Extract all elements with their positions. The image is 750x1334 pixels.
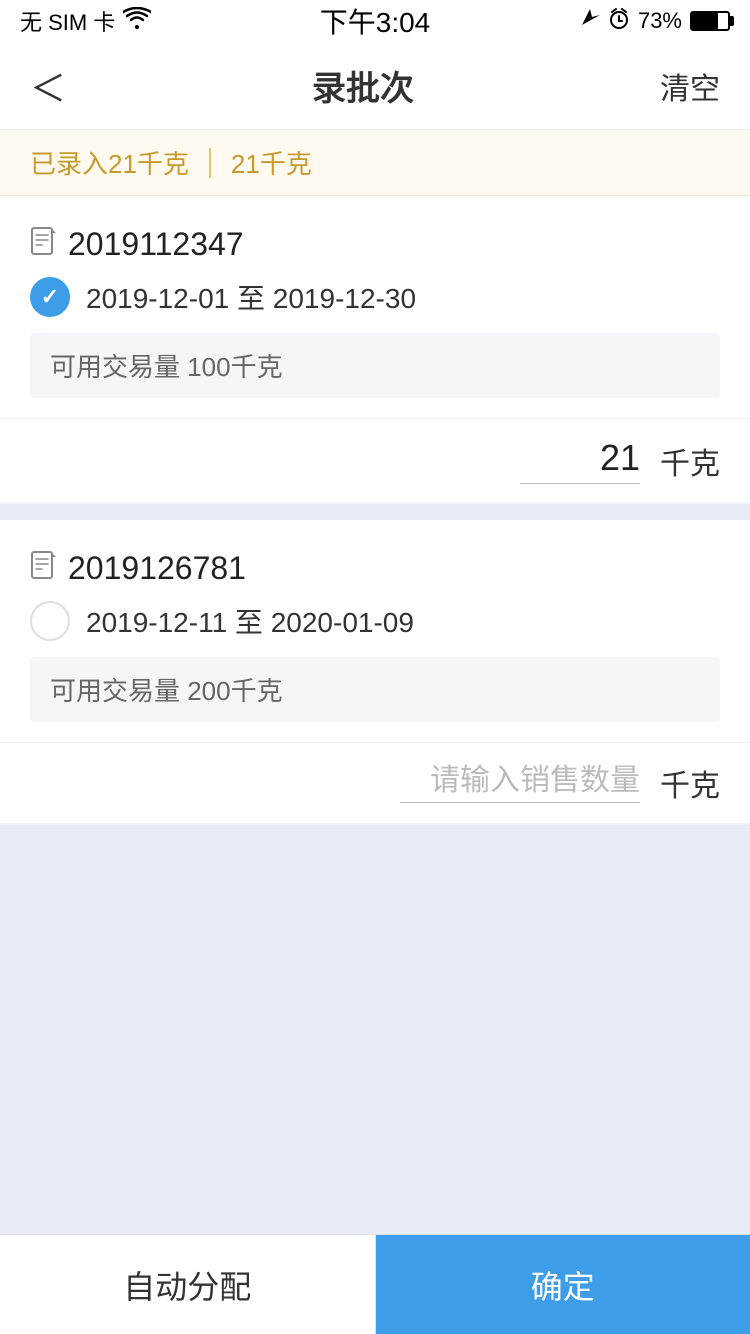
radio-1[interactable]	[30, 277, 70, 317]
batch-item-1: 2019112347 2019-12-01 至 2019-12-30 可用交易量…	[0, 196, 750, 418]
doc-icon-1	[30, 227, 58, 263]
carrier-label: 无 SIM 卡	[20, 5, 115, 37]
amount-input-1[interactable]	[520, 437, 640, 479]
batch-qty-bar-2: 可用交易量 200千克	[30, 657, 720, 722]
info-divider	[209, 148, 211, 178]
status-right: 73%	[580, 7, 730, 35]
batch-id-1: 2019112347	[68, 226, 244, 263]
input-underline-2	[400, 802, 640, 803]
clear-button[interactable]: 清空	[660, 64, 720, 108]
alarm-icon	[608, 7, 630, 35]
batch-date-row-2: 2019-12-11 至 2020-01-09	[30, 601, 720, 641]
batch-card-2: 2019126781 2019-12-11 至 2020-01-09 可用交易量…	[0, 520, 750, 823]
amount-underline-1	[520, 483, 640, 484]
batch-date-row-1: 2019-12-01 至 2019-12-30	[30, 277, 720, 317]
confirm-button[interactable]: 确定	[376, 1235, 750, 1334]
auto-distribute-button[interactable]: 自动分配	[0, 1235, 376, 1334]
batch-header-2: 2019126781	[30, 550, 720, 587]
batch-qty-bar-1: 可用交易量 100千克	[30, 333, 720, 398]
location-icon	[580, 7, 600, 35]
batch-item-2: 2019126781 2019-12-11 至 2020-01-09 可用交易量…	[0, 520, 750, 742]
wifi-icon	[123, 7, 151, 35]
info-value: 21千克	[231, 144, 312, 181]
amount-row-1: 千克	[0, 418, 750, 502]
doc-icon-2	[30, 551, 58, 587]
bottom-bar: 自动分配 确定	[0, 1234, 750, 1334]
nav-bar: ＜ 录批次 清空	[0, 42, 750, 130]
qty-input-2[interactable]	[400, 764, 640, 798]
recorded-label: 已录入21千克	[30, 144, 189, 181]
batch-card-1: 2019112347 2019-12-01 至 2019-12-30 可用交易量…	[0, 196, 750, 502]
amount-unit-1: 千克	[660, 439, 720, 483]
input-unit-2: 千克	[660, 761, 720, 805]
input-wrapper-2	[400, 764, 640, 803]
empty-area	[0, 825, 750, 1295]
info-banner: 已录入21千克 21千克	[0, 130, 750, 196]
radio-2[interactable]	[30, 601, 70, 641]
status-left: 无 SIM 卡	[20, 5, 151, 37]
section-separator	[0, 504, 750, 520]
batch-id-2: 2019126781	[68, 550, 246, 587]
amount-wrapper-1	[520, 437, 640, 484]
status-time: 下午3:04	[320, 1, 431, 41]
batch-date-2: 2019-12-11 至 2020-01-09	[86, 601, 414, 641]
page-title: 录批次	[312, 61, 414, 110]
input-row-2: 千克	[0, 742, 750, 823]
batch-header-1: 2019112347	[30, 226, 720, 263]
battery-percentage: 73%	[638, 8, 682, 34]
back-button[interactable]: ＜	[30, 60, 66, 112]
status-bar: 无 SIM 卡 下午3:04 73%	[0, 0, 750, 42]
battery-icon	[690, 11, 730, 31]
batch-date-1: 2019-12-01 至 2019-12-30	[86, 277, 416, 317]
